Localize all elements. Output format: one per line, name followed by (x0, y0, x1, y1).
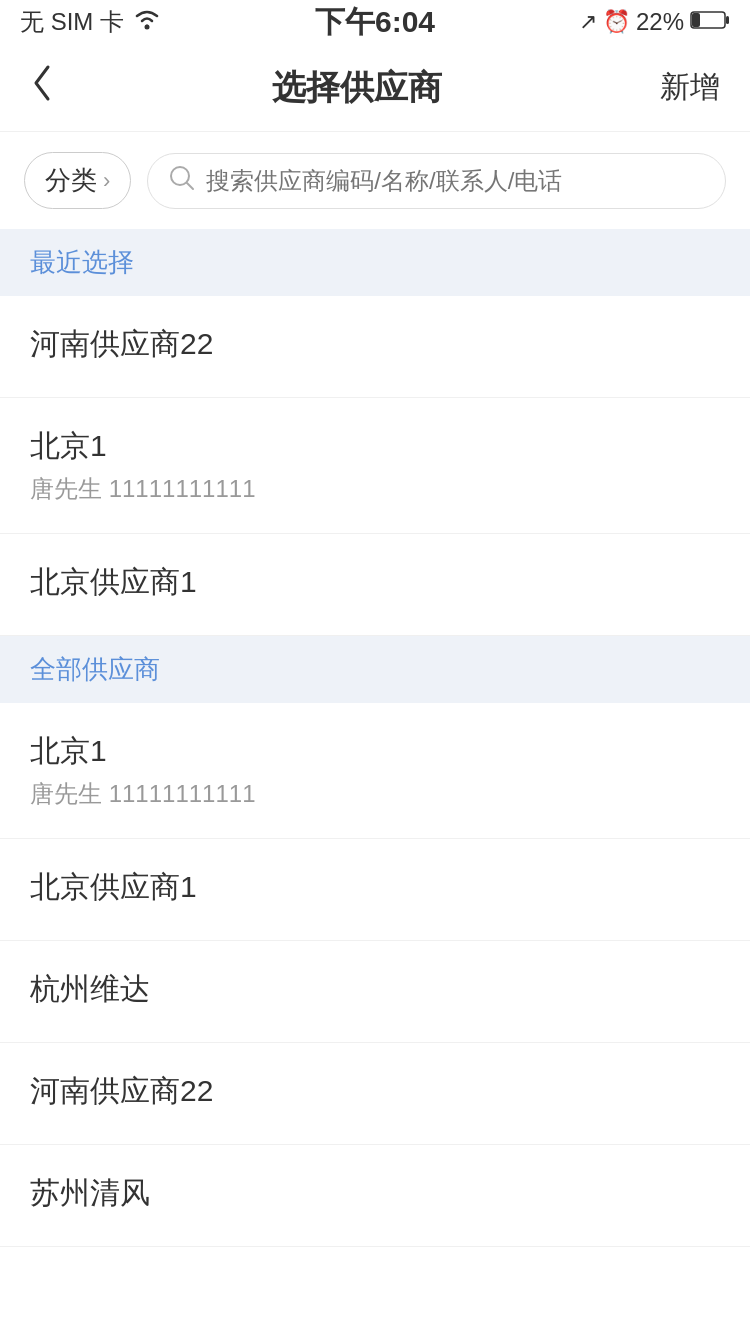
search-input[interactable] (206, 167, 705, 195)
category-label: 分类 (45, 163, 97, 198)
item-name: 苏州清风 (30, 1173, 720, 1214)
svg-rect-2 (726, 16, 729, 24)
list-item[interactable]: 苏州清风 (0, 1145, 750, 1247)
nav-bar: 选择供应商 新增 (0, 44, 750, 132)
list-item[interactable]: 河南供应商22 (0, 296, 750, 398)
status-right: ↗ ⏰ 22% (579, 8, 730, 36)
item-sub: 唐先生 11111111111 (30, 778, 720, 810)
search-box (147, 153, 726, 209)
list-item[interactable]: 北京供应商1 (0, 534, 750, 636)
item-name: 北京1 (30, 731, 720, 772)
item-name: 北京供应商1 (30, 562, 720, 603)
page-title: 选择供应商 (272, 65, 442, 111)
list-item[interactable]: 北京1 唐先生 11111111111 (0, 398, 750, 534)
status-time: 下午6:04 (315, 2, 435, 43)
chevron-right-icon: › (103, 168, 110, 194)
recent-section-label: 最近选择 (30, 247, 134, 277)
all-list: 北京1 唐先生 11111111111 北京供应商1 杭州维达河南供应商22 苏州清风 (0, 703, 750, 1247)
list-item[interactable]: 北京供应商1 (0, 839, 750, 941)
recent-section-header: 最近选择 (0, 229, 750, 296)
alarm-icon: ⏰ (603, 9, 630, 35)
carrier-text: 无 SIM 卡 (20, 6, 124, 38)
location-icon: ↗ (579, 9, 597, 35)
item-name: 北京1 (30, 426, 720, 467)
status-left: 无 SIM 卡 (20, 6, 162, 38)
list-item[interactable]: 河南供应商22 (0, 1043, 750, 1145)
back-button[interactable] (20, 53, 64, 122)
item-name: 杭州维达 (30, 969, 720, 1010)
filter-bar: 分类 › (0, 132, 750, 229)
item-sub: 唐先生 11111111111 (30, 473, 720, 505)
battery-text: 22% (636, 8, 684, 36)
list-item[interactable]: 北京1 唐先生 11111111111 (0, 703, 750, 839)
item-name: 北京供应商1 (30, 867, 720, 908)
category-button[interactable]: 分类 › (24, 152, 131, 209)
wifi-icon (132, 8, 162, 36)
svg-point-0 (145, 25, 150, 30)
all-section-label: 全部供应商 (30, 654, 160, 684)
item-name: 河南供应商22 (30, 1071, 720, 1112)
svg-rect-3 (692, 13, 700, 27)
status-bar: 无 SIM 卡 下午6:04 ↗ ⏰ 22% (0, 0, 750, 44)
all-section-header: 全部供应商 (0, 636, 750, 703)
list-item[interactable]: 杭州维达 (0, 941, 750, 1043)
search-icon (168, 164, 196, 198)
battery-icon (690, 8, 730, 36)
add-button[interactable]: 新增 (660, 67, 720, 108)
recent-list: 河南供应商22 北京1 唐先生 11111111111 北京供应商1 (0, 296, 750, 636)
item-name: 河南供应商22 (30, 324, 720, 365)
